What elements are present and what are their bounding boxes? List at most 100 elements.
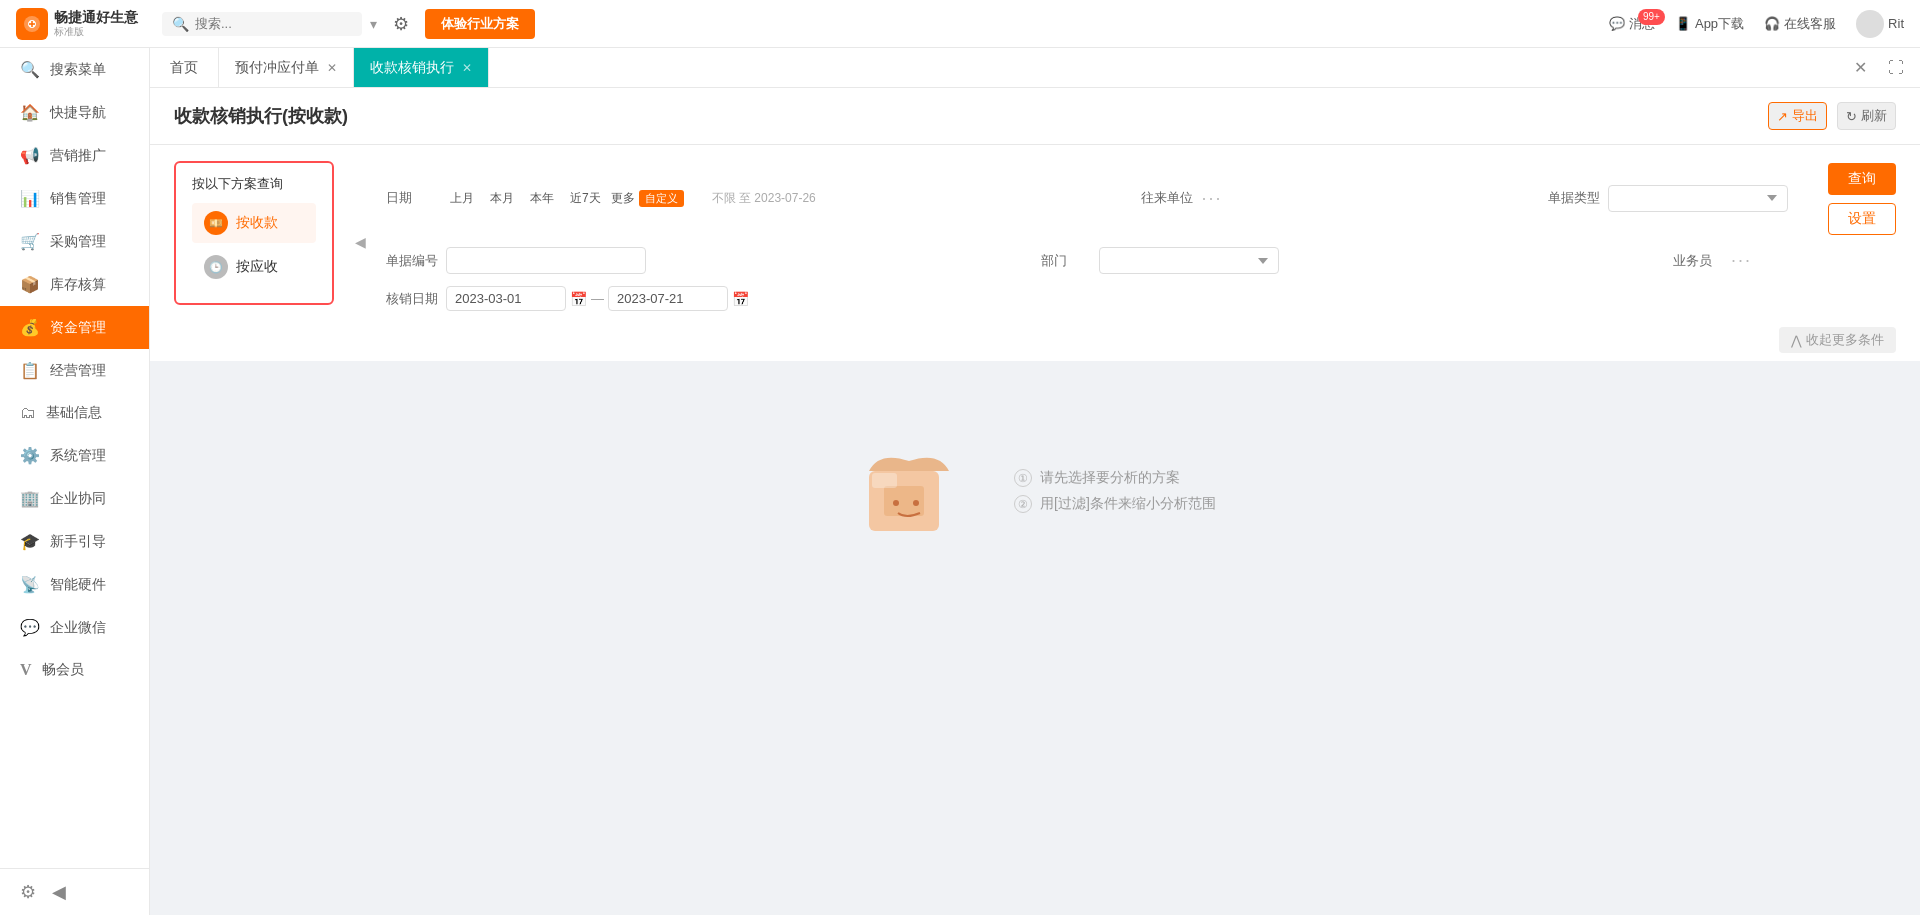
writeoff-end-input[interactable] [608,286,728,311]
marketing-icon: 📢 [20,146,40,165]
system-icon: ⚙️ [20,446,40,465]
refresh-button[interactable]: ↻ 刷新 [1837,102,1896,130]
writeoff-start-calendar-icon[interactable]: 📅 [570,291,587,307]
filter-option-by-receivable[interactable]: 🕒 按应收 [192,247,316,287]
top-bar-right: 💬 消息 99+ 📱 App下载 🎧 在线客服 Rit [1609,10,1904,38]
chevron-up-icon: ⋀ [1791,333,1802,348]
avatar [1856,10,1884,38]
date-more[interactable]: 更多 [611,190,635,207]
date-7days[interactable]: 近7天 [564,188,607,209]
filter-collapse-toggle[interactable]: ◀ [350,222,370,262]
receipt-option-icon: 💴 [204,211,228,235]
app-logo: 畅捷通好生意 标准版 [16,8,138,40]
tab-maximize-icon[interactable]: ⛶ [1882,54,1910,82]
trial-button[interactable]: 体验行业方案 [425,9,535,39]
voucher-type-label: 单据类型 [1548,189,1600,207]
page-title: 收款核销执行(按收款) [174,104,348,142]
export-button[interactable]: ↗ 导出 [1768,102,1827,130]
refresh-icon: ↻ [1846,109,1857,124]
wechat-icon: 💬 [20,618,40,637]
dropdown-icon[interactable]: ▾ [370,16,377,32]
sidebar-settings-icon[interactable]: ⚙ [20,881,36,903]
app-download-item[interactable]: 📱 App下载 [1675,15,1744,33]
filter-row-2: 单据编号 部门 [386,247,1896,286]
voucher-type-field: 单据类型 [1548,185,1788,212]
tab-receipt[interactable]: 收款核销执行 ✕ [354,48,489,87]
smart-hw-icon: 📡 [20,575,40,594]
voucher-type-select[interactable] [1608,185,1788,212]
sidebar: 🔍 搜索菜单 🏠 快捷导航 📢 营销推广 📊 销售管理 🛒 采购管理 📦 库存核… [0,48,150,915]
dept-field: 部门 [1041,247,1279,274]
operations-icon: 📋 [20,361,40,380]
filter-block: 按以下方案查询 💴 按收款 🕒 按应收 [150,145,1920,361]
online-service-item[interactable]: 🎧 在线客服 [1764,15,1836,33]
writeoff-date-range: 📅 — 📅 [446,286,749,311]
sidebar-item-quick-nav[interactable]: 🏠 快捷导航 [0,91,149,134]
sidebar-item-operations[interactable]: 📋 经营管理 [0,349,149,392]
sidebar-item-system[interactable]: ⚙️ 系统管理 [0,434,149,477]
writeoff-date-label: 核销日期 [386,290,438,308]
voucher-no-field: 单据编号 [386,247,646,274]
sidebar-collapse-icon[interactable]: ◀ [52,881,66,903]
writeoff-start-input[interactable] [446,286,566,311]
sidebar-item-smart-hw[interactable]: 📡 智能硬件 [0,563,149,606]
logo-text: 畅捷通好生意 标准版 [54,9,138,38]
sidebar-item-purchase[interactable]: 🛒 采购管理 [0,220,149,263]
writeoff-end-calendar-icon[interactable]: 📅 [732,291,749,307]
message-icon: 💬 [1609,16,1625,31]
filter-settings-button[interactable]: 设置 [1828,203,1896,235]
sidebar-item-finance[interactable]: 💰 资金管理 [0,306,149,349]
sidebar-item-enterprise[interactable]: 🏢 企业协同 [0,477,149,520]
empty-hint-1: ① 请先选择要分析的方案 [1014,469,1216,487]
query-button[interactable]: 查询 [1828,163,1896,195]
svg-point-4 [893,500,899,506]
date-last-month[interactable]: 上月 [444,188,480,209]
tab-prepay-close[interactable]: ✕ [327,62,337,74]
collapse-more-btn[interactable]: ⋀ 收起更多条件 [1779,327,1896,353]
sales-icon: 📊 [20,189,40,208]
sidebar-item-marketing[interactable]: 📢 营销推广 [0,134,149,177]
voucher-no-input[interactable] [446,247,646,274]
search-input[interactable] [195,16,355,31]
empty-illustration [854,441,954,541]
partner-dots[interactable]: ··· [1201,188,1222,209]
svg-point-5 [913,500,919,506]
filter-panel-title: 按以下方案查询 [192,175,316,193]
tab-home[interactable]: 首页 [150,48,219,87]
filter-option-by-receipt[interactable]: 💴 按收款 [192,203,316,243]
voucher-no-label: 单据编号 [386,252,438,270]
tab-receipt-close[interactable]: ✕ [462,62,472,74]
search-icon: 🔍 [172,16,189,32]
page-header-actions: ↗ 导出 ↻ 刷新 [1768,102,1896,144]
tab-close-window-icon[interactable]: ✕ [1846,54,1874,82]
settings-icon[interactable]: ⚙ [385,8,417,40]
no-limit-text: 不限 至 2023-07-26 [712,190,816,207]
sidebar-item-sales[interactable]: 📊 销售管理 [0,177,149,220]
basic-info-icon: 🗂 [20,404,36,422]
finance-icon: 💰 [20,318,40,337]
sidebar-item-inventory[interactable]: 📦 库存核算 [0,263,149,306]
user-area[interactable]: Rit [1856,10,1904,38]
message-item[interactable]: 💬 消息 99+ [1609,15,1655,33]
date-this-month[interactable]: 本月 [484,188,520,209]
date-this-year[interactable]: 本年 [524,188,560,209]
sidebar-item-search-menu[interactable]: 🔍 搜索菜单 [0,48,149,91]
partner-field: 往来单位 ··· [1141,188,1222,209]
sidebar-item-beginner[interactable]: 🎓 新手引导 [0,520,149,563]
search-bar[interactable]: 🔍 [162,12,362,36]
receivable-option-icon: 🕒 [204,255,228,279]
salesperson-dots[interactable]: ··· [1731,250,1752,271]
tab-prepay[interactable]: 预付冲应付单 ✕ [219,48,354,87]
filter-fields: 日期 上月 本月 本年 近7天 更多 自定义 [386,161,1896,323]
sidebar-item-basic-info[interactable]: 🗂 基础信息 [0,392,149,434]
empty-hint-2: ② 用[过滤]条件来缩小分析范围 [1014,495,1216,513]
sidebar-item-wechat[interactable]: 💬 企业微信 [0,606,149,649]
sidebar-item-membership[interactable]: V 畅会员 [0,649,149,691]
collapse-bar: ⋀ 收起更多条件 [150,323,1920,361]
filter-scheme-panel: 按以下方案查询 💴 按收款 🕒 按应收 [174,161,334,305]
top-bar-left: 畅捷通好生意 标准版 🔍 ▾ ⚙ 体验行业方案 [16,8,1609,40]
sidebar-bottom: ⚙ ◀ [0,868,149,915]
salesperson-field: 业务员 ··· [1673,250,1752,271]
main-layout: 🔍 搜索菜单 🏠 快捷导航 📢 营销推广 📊 销售管理 🛒 采购管理 📦 库存核… [0,48,1920,915]
dept-select[interactable] [1099,247,1279,274]
